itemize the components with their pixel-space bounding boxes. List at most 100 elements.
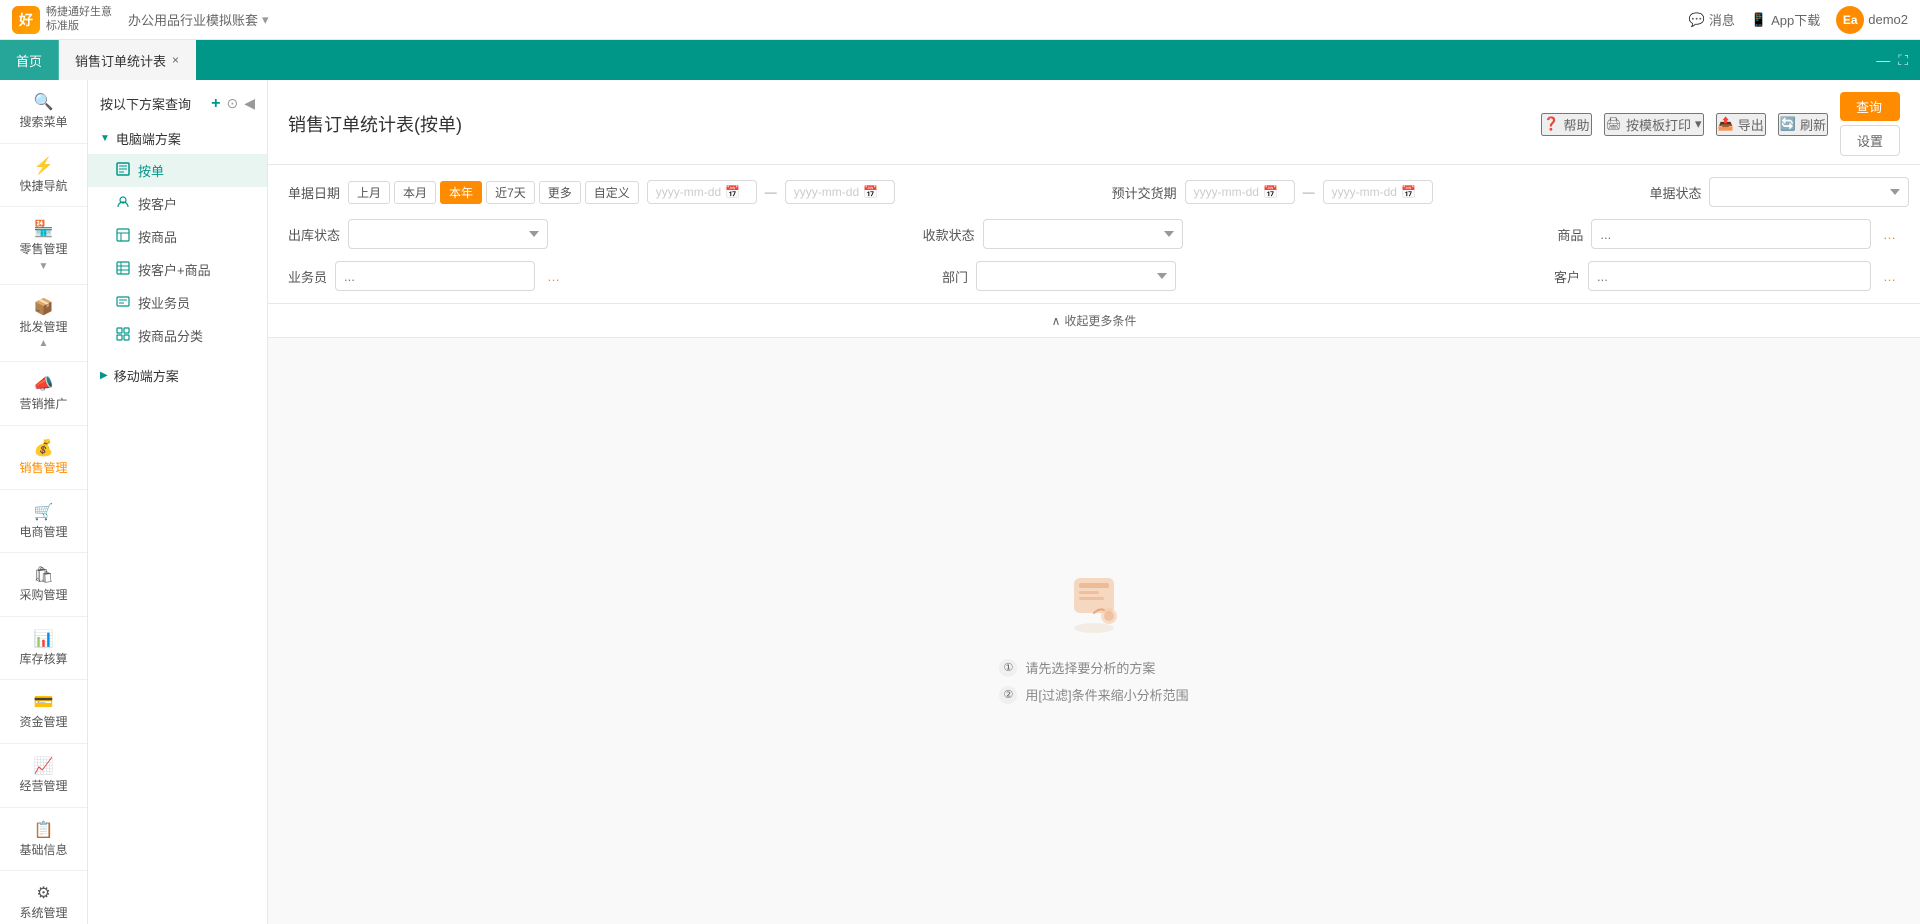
scheme-item-by-order[interactable]: 按单 (88, 154, 267, 187)
date-more-btn[interactable]: 更多 (539, 181, 581, 204)
product-input[interactable] (1591, 219, 1871, 249)
sidebar-item-sales-mgmt[interactable]: 💰 销售管理 (0, 426, 87, 490)
messages-button[interactable]: 💬 消息 (1689, 10, 1735, 29)
user-menu[interactable]: Ea demo2 (1836, 6, 1908, 34)
date-last-month-btn[interactable]: 上月 (348, 181, 390, 204)
order-status-filter-item: 单据状态 ▾ (1649, 177, 1900, 207)
help-icon: ❓ (1543, 116, 1559, 132)
customer-input[interactable] (1588, 261, 1871, 291)
empty-hints: ① 请先选择要分析的方案 ② 用[过滤]条件来缩小分析范围 (999, 658, 1188, 704)
sidebar-item-sys-mgmt[interactable]: ⚙ 系统管理 (0, 871, 87, 924)
refresh-button[interactable]: 🔄 刷新 (1778, 113, 1828, 136)
by-customer-icon (116, 195, 130, 212)
department-select[interactable] (976, 261, 1176, 291)
collapse-bar[interactable]: ∧ 收起更多条件 (268, 304, 1920, 338)
tab-spacer (196, 40, 1864, 80)
scheme-item-by-salesperson[interactable]: 按业务员 (88, 286, 267, 319)
sidebar-item-ops-mgmt[interactable]: 📈 经营管理 (0, 744, 87, 808)
export-button[interactable]: 📤 导出 (1716, 113, 1766, 136)
payment-status-select[interactable] (983, 219, 1183, 249)
main-layout: 🔍 搜索菜单 ⚡ 快捷导航 🏪 零售管理 ▼ 📦 批发管理 ▲ 📣 营销推广 💰… (0, 80, 1920, 924)
product-more-button[interactable]: … (1879, 227, 1900, 242)
purchase-mgmt-icon: 🛍 (33, 565, 53, 585)
export-icon: 📤 (1718, 116, 1734, 132)
calendar-to-icon: 📅 (863, 185, 878, 199)
scheme-section-pc-header[interactable]: ▼ 电脑端方案 (88, 123, 267, 154)
salesperson-filter-item: 业务员 … (288, 261, 564, 291)
help-button[interactable]: ❓ 帮助 (1541, 113, 1591, 136)
by-order-icon (116, 162, 130, 179)
date-this-month-btn[interactable]: 本月 (394, 181, 436, 204)
sidebar-item-retail-mgmt[interactable]: 🏪 零售管理 ▼ (0, 207, 87, 285)
date-to-input[interactable]: yyyy-mm-dd 📅 (785, 180, 895, 204)
scheme-section-pc: ▼ 电脑端方案 按单 按客户 (88, 119, 267, 356)
empty-illustration (1054, 558, 1134, 638)
order-status-select[interactable] (1709, 177, 1909, 207)
date-this-year-btn[interactable]: 本年 (440, 181, 482, 204)
ship-status-select-wrapper (348, 219, 548, 249)
sidebar-item-finance-mgmt[interactable]: 💳 资金管理 (0, 680, 87, 744)
report-header: 销售订单统计表(按单) ❓ 帮助 🖨 按模板打印 ▾ 📤 (268, 80, 1920, 165)
tab-minimize-button[interactable]: — (1876, 52, 1890, 68)
by-product-icon (116, 228, 130, 245)
scheme-settings-button[interactable]: ⊙ (226, 95, 238, 112)
settings-button[interactable]: 设置 (1840, 125, 1900, 156)
sidebar-item-search-menu[interactable]: 🔍 搜索菜单 (0, 80, 87, 144)
ship-status-select[interactable] (348, 219, 548, 249)
sidebar-item-marketing[interactable]: 📣 营销推广 (0, 362, 87, 426)
logo-text: 畅捷通好生意 标准版 (46, 6, 112, 32)
date-last-7days-btn[interactable]: 近7天 (486, 181, 535, 204)
wholesale-mgmt-icon: 📦 (34, 297, 54, 317)
wholesale-mgmt-arrow: ▲ (39, 338, 49, 349)
date-from-input[interactable]: yyyy-mm-dd 📅 (647, 180, 757, 204)
sidebar-item-inventory[interactable]: 📊 库存核算 (0, 617, 87, 681)
scheme-section-mobile-header[interactable]: ▶ 移动端方案 (88, 360, 267, 391)
sidebar-item-basic-info[interactable]: 📋 基础信息 (0, 808, 87, 872)
quick-nav-icon: ⚡ (34, 156, 54, 176)
date-custom-btn[interactable]: 自定义 (585, 181, 639, 204)
logo-area: 好 畅捷通好生意 标准版 (12, 6, 112, 34)
report-title: 销售订单统计表(按单) (288, 111, 462, 137)
scheme-item-by-customer[interactable]: 按客户 (88, 187, 267, 220)
tab-home[interactable]: 首页 (0, 40, 59, 80)
ecom-mgmt-icon: 🛒 (34, 502, 54, 522)
tab-maximize-button[interactable]: ⛶ (1898, 52, 1908, 69)
scheme-collapse-button[interactable]: ◀ (244, 95, 255, 112)
order-status-select-wrapper (1709, 177, 1909, 207)
app-download-button[interactable]: 📱 App下载 (1751, 10, 1820, 29)
scheme-section-mobile: ▶ 移动端方案 (88, 356, 267, 395)
department-filter-item: 部门 (942, 261, 1176, 291)
hint-num-2: ② (999, 686, 1017, 704)
breadcrumb-dropdown-icon[interactable]: ▾ (262, 12, 269, 28)
tab-close-icon[interactable]: × (172, 53, 179, 67)
avatar: Ea (1836, 6, 1864, 34)
scheme-panel: 按以下方案查询 + ⊙ ◀ ▼ 电脑端方案 按单 (88, 80, 268, 924)
delivery-date-to-input[interactable]: yyyy-mm-dd 📅 (1323, 180, 1433, 204)
sidebar-item-wholesale-mgmt[interactable]: 📦 批发管理 ▲ (0, 285, 87, 363)
delivery-date-from-input[interactable]: yyyy-mm-dd 📅 (1185, 180, 1295, 204)
scheme-item-by-product-category[interactable]: 按商品分类 (88, 319, 267, 352)
logo-icon: 好 (12, 6, 40, 34)
top-bar-left: 好 畅捷通好生意 标准版 办公用品行业模拟账套 ▾ (12, 6, 1689, 34)
breadcrumb-text: 办公用品行业模拟账套 (128, 10, 258, 29)
scheme-item-by-product[interactable]: 按商品 (88, 220, 267, 253)
print-icon: 🖨 (1606, 116, 1623, 132)
salesperson-input[interactable] (335, 261, 535, 291)
delivery-calendar-from-icon: 📅 (1263, 185, 1278, 199)
inventory-icon: 📊 (34, 629, 54, 649)
customer-more-button[interactable]: … (1879, 269, 1900, 284)
by-customer-product-icon (116, 261, 130, 278)
scheme-add-button[interactable]: + (211, 95, 220, 113)
tab-sales-order[interactable]: 销售订单统计表 × (59, 40, 196, 80)
query-button[interactable]: 查询 (1840, 92, 1900, 121)
scheme-item-by-customer-product[interactable]: 按客户+商品 (88, 253, 267, 286)
sidebar-item-ecom-mgmt[interactable]: 🛒 电商管理 (0, 490, 87, 554)
print-button[interactable]: 🖨 按模板打印 ▾ (1604, 113, 1704, 136)
sidebar-item-quick-nav[interactable]: ⚡ 快捷导航 (0, 144, 87, 208)
sidebar-item-purchase-mgmt[interactable]: 🛍 采购管理 (0, 553, 87, 617)
report-header-actions: ❓ 帮助 🖨 按模板打印 ▾ 📤 导出 🔄 (1541, 92, 1900, 156)
salesperson-more-button[interactable]: … (543, 269, 564, 284)
date-quick-buttons: 上月 本月 本年 近7天 更多 自定义 (348, 181, 639, 204)
report-title-row: 销售订单统计表(按单) ❓ 帮助 🖨 按模板打印 ▾ 📤 (288, 92, 1900, 156)
message-icon: 💬 (1689, 12, 1705, 28)
